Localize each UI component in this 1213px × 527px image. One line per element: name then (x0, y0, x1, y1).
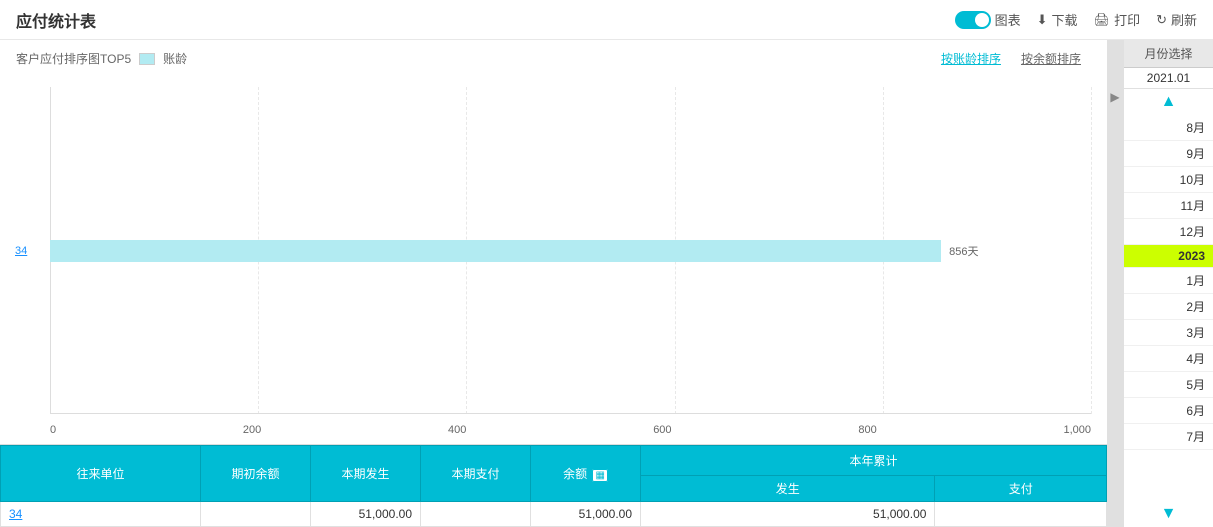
x-label-0: 0 (50, 424, 56, 436)
col-sub-header-year-pay: 支付 (935, 476, 1107, 502)
sort-by-balance-button[interactable]: 按余额排序 (1011, 48, 1091, 69)
cell-current-pay (421, 502, 531, 527)
col-header-balance: 余额 ▦ (531, 446, 641, 502)
x-axis-line (50, 413, 1091, 414)
legend-box (139, 53, 155, 65)
bar-row-label-34[interactable]: 34 (15, 245, 27, 257)
sidebar-month-item-12[interactable]: 7月 (1124, 424, 1213, 450)
sidebar-nav-up-button[interactable]: ▲ (1124, 89, 1213, 115)
sidebar-month-item-1[interactable]: 9月 (1124, 141, 1213, 167)
print-icon: 🖨 (1094, 12, 1111, 28)
sidebar-month-item-0[interactable]: 8月 (1124, 115, 1213, 141)
sidebar-year-display: 2021.01 (1124, 68, 1213, 89)
col-header-year-total: 本年累计 (641, 446, 1107, 476)
chart-toggle-switch[interactable] (955, 11, 991, 29)
sidebar-month-item-7[interactable]: 2月 (1124, 294, 1213, 320)
x-label-1000: 1,000 (1063, 424, 1091, 436)
page-title: 应付统计表 (16, 8, 96, 32)
legend-text: 客户应付排序图TOP5 (16, 50, 131, 67)
download-icon: ⬇ (1037, 12, 1048, 28)
refresh-icon: ↻ (1156, 12, 1167, 28)
col-header-current-occur: 本期发生 (311, 446, 421, 502)
cell-unit[interactable]: 34 (1, 502, 201, 527)
month-sidebar: 月份选择 2021.01 ▲ 8月9月10月11月12月20231月2月3月4月… (1123, 40, 1213, 527)
legend-box-label: 账龄 (163, 50, 187, 67)
col-sub-header-year-occur: 发生 (641, 476, 935, 502)
cell-year-occur: 51,000.00 (641, 502, 935, 527)
sidebar-month-item-9[interactable]: 4月 (1124, 346, 1213, 372)
grid-line-1000 (1091, 87, 1092, 414)
x-label-800: 800 (858, 424, 876, 436)
download-label: 下载 (1052, 10, 1078, 29)
sidebar-month-list: 8月9月10月11月12月20231月2月3月4月5月6月7月 (1124, 115, 1213, 501)
chart-header: 客户应付排序图TOP5 账龄 按账龄排序 按余额排序 (0, 40, 1107, 77)
bar-value-label-34: 856天 (949, 243, 978, 259)
cell-balance: 51,000.00 (531, 502, 641, 527)
bar-row-34: 856天 (50, 240, 1091, 262)
cell-current-occur: 51,000.00 (311, 502, 421, 527)
sidebar-header: 月份选择 (1124, 40, 1213, 68)
sidebar-month-item-4[interactable]: 12月 (1124, 219, 1213, 245)
sidebar-nav-down-button[interactable]: ▼ (1124, 501, 1213, 527)
col-header-period-start: 期初余额 (201, 446, 311, 502)
chart-toggle-item[interactable]: 图表 (955, 10, 1021, 29)
x-label-200: 200 (243, 424, 261, 436)
chart-sort-buttons: 按账龄排序 按余额排序 (931, 48, 1091, 69)
refresh-button[interactable]: ↻ 刷新 (1156, 10, 1197, 29)
print-button[interactable]: 🖨 打印 (1094, 10, 1141, 29)
chart-legend: 客户应付排序图TOP5 账龄 (16, 50, 187, 67)
sidebar-month-item-2[interactable]: 10月 (1124, 167, 1213, 193)
download-button[interactable]: ⬇ 下载 (1037, 10, 1078, 29)
sort-by-age-button[interactable]: 按账龄排序 (931, 48, 1011, 69)
bar-chart-area: 34 856天 0 200 400 600 800 (0, 77, 1107, 444)
sidebar-month-item-11[interactable]: 6月 (1124, 398, 1213, 424)
chevron-down-icon: ▼ (1161, 505, 1177, 523)
sidebar-month-item-6[interactable]: 1月 (1124, 268, 1213, 294)
cell-year-pay (935, 502, 1107, 527)
balance-badge: ▦ (592, 469, 607, 482)
bar-fill-34 (50, 240, 941, 262)
x-axis-labels: 0 200 400 600 800 1,000 (50, 424, 1091, 436)
cell-period-start (201, 502, 311, 527)
data-table: 往来单位 期初余额 本期发生 本期支付 余额 ▦ 本年累计 发生 (0, 444, 1107, 527)
header-actions: 图表 ⬇ 下载 🖨 打印 ↻ 刷新 (955, 10, 1197, 29)
divider-arrow-icon: ▶ (1110, 90, 1119, 104)
table-row: 34 51,000.00 51,000.00 51,000.00 (1, 502, 1107, 527)
chart-label: 图表 (995, 10, 1021, 29)
print-label: 打印 (1114, 10, 1140, 29)
sidebar-month-item-8[interactable]: 3月 (1124, 320, 1213, 346)
x-label-400: 400 (448, 424, 466, 436)
plot-container: 34 856天 0 200 400 600 800 (50, 87, 1091, 414)
sidebar-divider[interactable]: ▶ (1107, 40, 1123, 527)
sidebar-month-item-3[interactable]: 11月 (1124, 193, 1213, 219)
sidebar-month-item-5[interactable]: 2023 (1124, 245, 1213, 268)
col-header-current-pay: 本期支付 (421, 446, 531, 502)
col-header-unit: 往来单位 (1, 446, 201, 502)
sidebar-month-item-10[interactable]: 5月 (1124, 372, 1213, 398)
x-label-600: 600 (653, 424, 671, 436)
refresh-label: 刷新 (1171, 10, 1197, 29)
chevron-up-icon: ▲ (1161, 93, 1177, 111)
